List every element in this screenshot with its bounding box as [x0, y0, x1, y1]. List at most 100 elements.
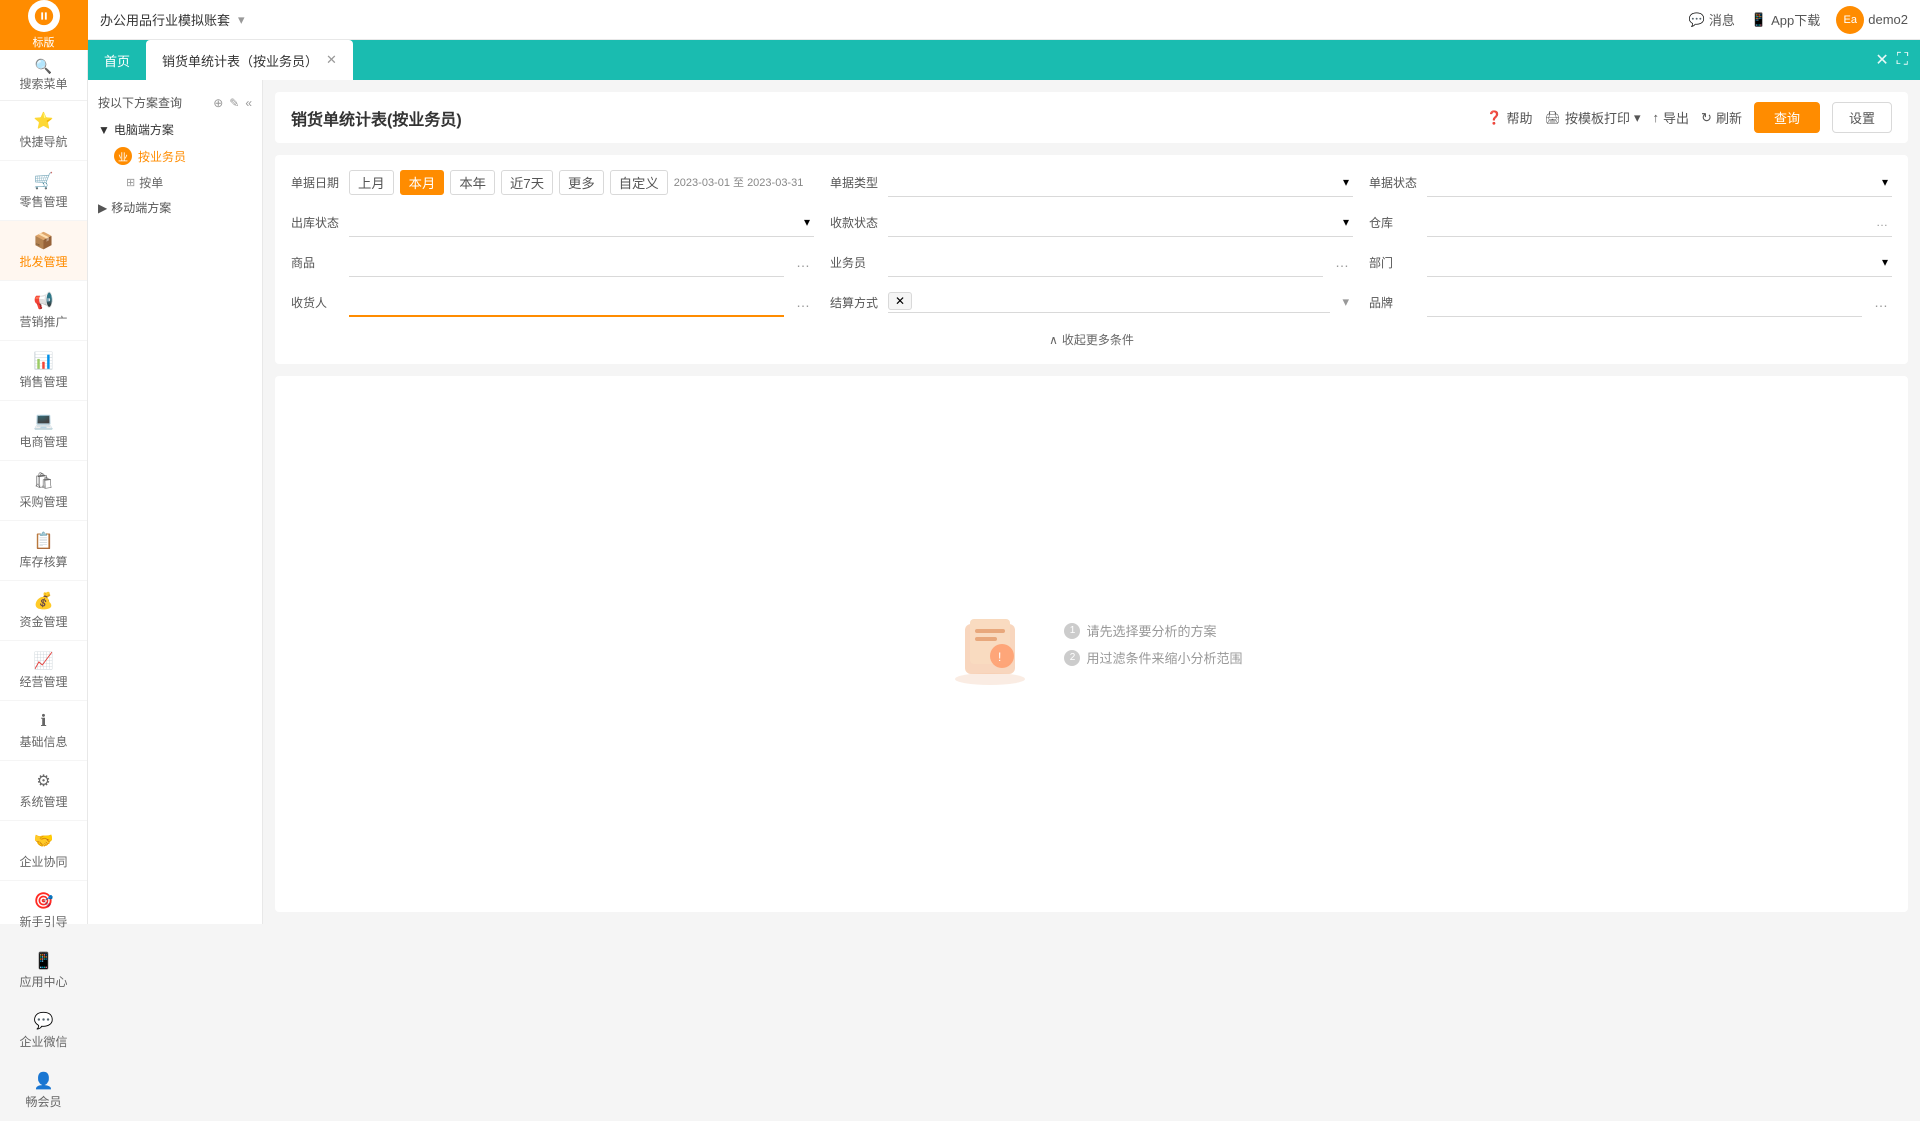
- download-label: App下载: [1771, 10, 1820, 29]
- date-more-btn[interactable]: 更多: [559, 170, 604, 195]
- salesman-dots-button[interactable]: …: [1331, 254, 1353, 270]
- help-button[interactable]: ❓ 帮助: [1486, 108, 1532, 127]
- hint-2-text: 用过滤条件来缩小分析范围: [1086, 648, 1242, 667]
- collapse-row: ∧ 收起更多条件: [291, 327, 1892, 352]
- settlement-tag-remove[interactable]: ✕: [895, 294, 905, 308]
- sidebar-item-inventory[interactable]: 📋 库存核算: [0, 521, 87, 581]
- department-select[interactable]: ▾: [1427, 247, 1892, 277]
- tab-sales-stat[interactable]: 销货单统计表（按业务员） ✕: [146, 40, 353, 80]
- collapse-panel-button[interactable]: «: [245, 96, 252, 110]
- settlement-select[interactable]: ✕: [888, 292, 1330, 313]
- inventory-label: 库存核算: [0, 553, 87, 570]
- help-label: 帮助: [1506, 108, 1532, 127]
- user-avatar-button[interactable]: Ea demo2: [1836, 6, 1908, 34]
- salesman-label: 业务员: [830, 254, 880, 271]
- sidebar-item-management[interactable]: 📈 经营管理: [0, 641, 87, 701]
- mobile-scheme-label: 移动端方案: [111, 199, 171, 216]
- appstore-icon: 📱: [0, 951, 87, 971]
- date-this-year-btn[interactable]: 本年: [450, 170, 495, 195]
- sidebar-item-finance[interactable]: 💰 资金管理: [0, 581, 87, 641]
- order-type-select[interactable]: ▾: [888, 167, 1353, 197]
- order-status-select[interactable]: ▾: [1427, 167, 1892, 197]
- tabbar-expand: ✕ ⛶: [1875, 50, 1920, 70]
- sidebar-item-basic[interactable]: ℹ 基础信息: [0, 701, 87, 761]
- system-icon: ⚙: [0, 771, 87, 791]
- refresh-icon: ↻: [1701, 110, 1712, 126]
- refresh-button[interactable]: ↻ 刷新: [1701, 108, 1742, 127]
- basic-label: 基础信息: [0, 733, 87, 750]
- download-button[interactable]: 📱 App下载: [1751, 10, 1820, 29]
- date-custom-btn[interactable]: 自定义: [610, 170, 668, 195]
- sidebar-item-wholesale[interactable]: 📦 批发管理: [0, 221, 87, 281]
- mobile-scheme-group[interactable]: ▶ 移动端方案: [88, 195, 262, 220]
- receipt-status-select[interactable]: ▾: [888, 207, 1353, 237]
- marketing-icon: 📢: [0, 291, 87, 311]
- main-area: 办公用品行业模拟账套 ▾ 💬 消息 📱 App下载 Ea demo2 首页 销货…: [88, 0, 1920, 924]
- date-this-month-btn[interactable]: 本月: [400, 170, 445, 195]
- sidebar-item-sales[interactable]: 📊 销售管理: [0, 341, 87, 401]
- inventory-icon: 📋: [0, 531, 87, 551]
- print-dropdown-icon[interactable]: ▾: [1634, 110, 1641, 126]
- export-button[interactable]: ↑ 导出: [1653, 108, 1690, 127]
- setting-button[interactable]: 设置: [1832, 102, 1892, 133]
- sidebar-item-guide[interactable]: 🎯 新手引导: [0, 881, 87, 941]
- collab-icon: 🤝: [0, 831, 87, 851]
- wholesale-icon: 📦: [0, 231, 87, 251]
- brand-dots-button[interactable]: …: [1870, 294, 1892, 310]
- date-7days-btn[interactable]: 近7天: [501, 170, 553, 195]
- date-prev-month-btn[interactable]: 上月: [349, 170, 394, 195]
- sidebar-item-system[interactable]: ⚙ 系统管理: [0, 761, 87, 821]
- warehouse-select[interactable]: …: [1427, 207, 1892, 237]
- basic-icon: ℹ: [0, 711, 87, 731]
- desktop-scheme-group: ▼ 电脑端方案 业 按业务员 ⊞ 按单: [88, 117, 262, 195]
- scheme-sub-item-order[interactable]: ⊞ 按单: [98, 170, 262, 195]
- wholesale-label: 批发管理: [0, 253, 87, 270]
- sidebar-search[interactable]: 🔍 搜索菜单: [0, 50, 87, 101]
- messages-label: 消息: [1709, 10, 1735, 29]
- right-panel: 销货单统计表(按业务员) ❓ 帮助 🖨 按模板打印 ▾ ↑ 导出: [263, 80, 1920, 924]
- message-icon: 💬: [1689, 12, 1705, 28]
- topbar-dropdown-icon[interactable]: ▾: [238, 12, 245, 28]
- management-icon: 📈: [0, 651, 87, 671]
- topbar-title: 办公用品行业模拟账套: [100, 10, 230, 29]
- query-button[interactable]: 查询: [1754, 102, 1820, 133]
- edit-scheme-button[interactable]: ✎: [229, 96, 239, 110]
- sidebar-item-member[interactable]: 👤 畅会员: [0, 1061, 87, 1121]
- sales-label: 销售管理: [0, 373, 87, 390]
- sidebar-item-ecommerce[interactable]: 💻 电商管理: [0, 401, 87, 461]
- out-status-select[interactable]: ▾: [349, 207, 814, 237]
- sidebar-item-quick-nav[interactable]: ⭐ 快捷导航: [0, 101, 87, 161]
- collapse-filters-button[interactable]: ∧ 收起更多条件: [1049, 331, 1134, 348]
- app-logo: 标版: [0, 0, 88, 50]
- sidebar-item-retail[interactable]: 🛒 零售管理: [0, 161, 87, 221]
- tab-close-all-button[interactable]: ✕: [1875, 50, 1888, 70]
- system-label: 系统管理: [0, 793, 87, 810]
- guide-icon: 🎯: [0, 891, 87, 911]
- hint-1-text: 请先选择要分析的方案: [1086, 621, 1216, 640]
- goods-dots-button[interactable]: …: [792, 254, 814, 270]
- order-scheme-label: 按单: [139, 174, 163, 191]
- sidebar-item-appstore[interactable]: 📱 应用中心: [0, 941, 87, 1001]
- receiver-input[interactable]: [349, 287, 784, 317]
- sidebar-item-purchase[interactable]: 🛍 采购管理: [0, 461, 87, 521]
- empty-illustration: !: [940, 594, 1040, 694]
- desktop-scheme-title[interactable]: ▼ 电脑端方案: [98, 117, 262, 142]
- receiver-dots-button[interactable]: …: [792, 294, 814, 310]
- page-actions: ❓ 帮助 🖨 按模板打印 ▾ ↑ 导出 ↻ 刷新: [1486, 102, 1892, 133]
- salesman-input[interactable]: [888, 247, 1323, 277]
- add-scheme-button[interactable]: ⊕: [213, 96, 223, 110]
- scheme-item-salesman[interactable]: 业 按业务员: [98, 142, 262, 170]
- tab-close-icon[interactable]: ✕: [326, 52, 337, 68]
- print-button[interactable]: 🖨 按模板打印 ▾: [1544, 108, 1640, 127]
- goods-input[interactable]: [349, 247, 784, 277]
- order-status-dropdown-icon: ▾: [1882, 175, 1888, 189]
- tab-home[interactable]: 首页: [88, 40, 146, 80]
- sidebar-item-marketing[interactable]: 📢 营销推广: [0, 281, 87, 341]
- tab-fullscreen-button[interactable]: ⛶: [1897, 51, 1908, 69]
- salesman-scheme-icon: 业: [114, 147, 132, 165]
- sidebar-item-wecom[interactable]: 💬 企业微信: [0, 1001, 87, 1061]
- messages-button[interactable]: 💬 消息: [1689, 10, 1735, 29]
- sidebar-item-collab[interactable]: 🤝 企业协同: [0, 821, 87, 881]
- brand-input[interactable]: [1427, 287, 1862, 317]
- order-status-label: 单据状态: [1369, 174, 1419, 191]
